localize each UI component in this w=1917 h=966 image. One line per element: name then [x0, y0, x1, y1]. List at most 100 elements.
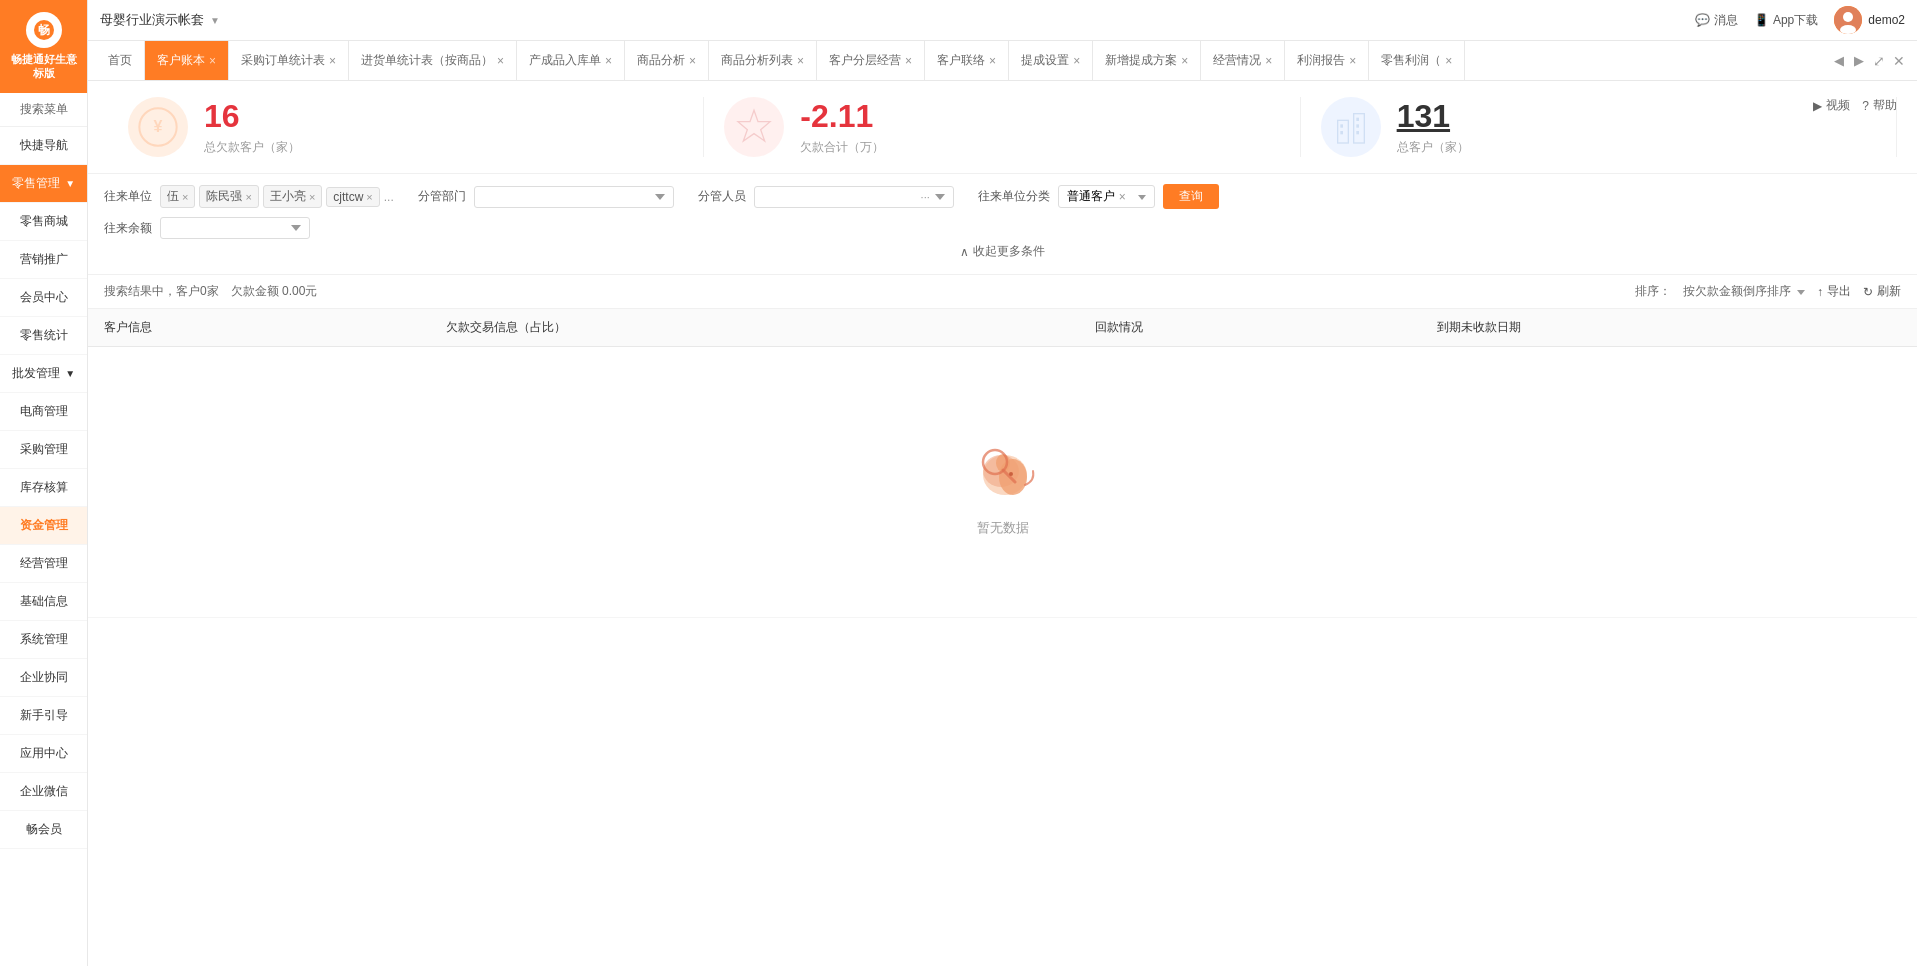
tab-profit-report[interactable]: 利润报告 ×: [1285, 41, 1369, 80]
tag-close-icon[interactable]: ×: [182, 191, 188, 203]
chevron-up-icon: ∧: [960, 245, 969, 259]
tab-close-icon[interactable]: ×: [797, 54, 804, 68]
svg-rect-14: [1356, 131, 1359, 134]
tab-scroll-right[interactable]: ▶: [1849, 51, 1869, 71]
person-clear-icon[interactable]: ···: [921, 191, 930, 203]
tab-customers[interactable]: 客户账本 ×: [145, 41, 229, 80]
tag-close-icon[interactable]: ×: [1119, 190, 1126, 204]
tab-goods-analysis[interactable]: 商品分析 ×: [625, 41, 709, 80]
sidebar-item-cooperation[interactable]: 企业协同: [0, 659, 87, 697]
sidebar-item-retailmall[interactable]: 零售商城: [0, 203, 87, 241]
search-result-text: 搜索结果中，客户0家: [104, 283, 219, 300]
account-header: 母婴行业演示帐套 ▼ 💬 消息 📱 App下载 demo2: [88, 0, 1917, 41]
help-btn[interactable]: ? 帮助: [1862, 97, 1897, 114]
account-selector[interactable]: 母婴行业演示帐套 ▼: [100, 11, 220, 29]
tab-product-in[interactable]: 产成品入库单 ×: [517, 41, 625, 80]
sidebar-item-wholesale[interactable]: 批发管理 ▼: [0, 355, 87, 393]
person-select-wrapper: ···: [754, 186, 954, 208]
tab-home[interactable]: 首页: [96, 41, 145, 80]
tab-raise-settings[interactable]: 提成设置 ×: [1009, 41, 1093, 80]
tab-close-icon[interactable]: ×: [1181, 54, 1188, 68]
sidebar-item-purchase[interactable]: 采购管理: [0, 431, 87, 469]
sidebar-item-finance[interactable]: 资金管理: [0, 507, 87, 545]
yuan-icon: ¥: [128, 97, 188, 157]
sidebar-item-weixin[interactable]: 企业微信: [0, 773, 87, 811]
user-account[interactable]: demo2: [1834, 6, 1905, 34]
balance-select[interactable]: [160, 217, 310, 239]
svg-text:畅: 畅: [38, 23, 50, 37]
tab-purchase-order[interactable]: 采购订单统计表 ×: [229, 41, 349, 80]
sidebar-search[interactable]: 搜索菜单: [0, 93, 87, 127]
sidebar-item-marketing[interactable]: 营销推广: [0, 241, 87, 279]
sidebar-item-retailstat[interactable]: 零售统计: [0, 317, 87, 355]
tab-new-raise[interactable]: 新增提成方案 ×: [1093, 41, 1201, 80]
stat-debit-amount: -2.11 欠款合计（万）: [704, 97, 1300, 157]
tab-close-icon[interactable]: ×: [905, 54, 912, 68]
message-btn[interactable]: 💬 消息: [1695, 12, 1738, 29]
export-btn[interactable]: ↑ 导出: [1817, 283, 1851, 300]
chevron-down-icon: [1134, 190, 1146, 204]
tab-close-icon[interactable]: ×: [329, 54, 336, 68]
sidebar-item-basic[interactable]: 基础信息: [0, 583, 87, 621]
video-btn[interactable]: ▶ 视频: [1813, 97, 1850, 114]
tab-close-icon[interactable]: ×: [1073, 54, 1080, 68]
tab-close-icon[interactable]: ×: [605, 54, 612, 68]
tab-operation-status[interactable]: 经营情况 ×: [1201, 41, 1285, 80]
app-download-btn[interactable]: 📱 App下载: [1754, 12, 1818, 29]
sidebar-item-vip[interactable]: 畅会员: [0, 811, 87, 849]
tab-close-all-icon[interactable]: ✕: [1889, 51, 1909, 71]
tab-close-icon[interactable]: ×: [1349, 54, 1356, 68]
tag-close-icon[interactable]: ×: [309, 191, 315, 203]
content-area: ¥ 16 总欠款客户（家） -2.11 欠款合计（万）: [88, 81, 1917, 966]
tab-retail-profit[interactable]: 零售利润（ ×: [1369, 41, 1465, 80]
collapse-btn[interactable]: ∧ 收起更多条件: [960, 243, 1045, 260]
unit-type-select[interactable]: 普通客户 ×: [1058, 185, 1155, 208]
sidebar: 畅 畅捷通好生意 标版 搜索菜单 快捷导航 零售管理 ▼ 零售商城 营销推广 会…: [0, 0, 88, 966]
col-due-date: 到期未收款日期: [1421, 309, 1917, 347]
tab-close-icon[interactable]: ×: [1265, 54, 1272, 68]
tab-close-icon[interactable]: ×: [1445, 54, 1452, 68]
table-header-row: 客户信息 欠款交易信息（占比） 回款情况 到期未收款日期: [88, 309, 1917, 347]
search-button[interactable]: 查询: [1163, 184, 1219, 209]
tab-customer-tier[interactable]: 客户分层经营 ×: [817, 41, 925, 80]
sidebar-item-quicknav[interactable]: 快捷导航: [0, 127, 87, 165]
sidebar-item-ecommerce[interactable]: 电商管理: [0, 393, 87, 431]
tab-close-icon[interactable]: ×: [209, 54, 216, 68]
sidebar-item-appcenter[interactable]: 应用中心: [0, 735, 87, 773]
empty-state: 暂无数据: [88, 347, 1917, 617]
tab-close-icon[interactable]: ×: [689, 54, 696, 68]
tab-customer-link[interactable]: 客户联络 ×: [925, 41, 1009, 80]
tab-close-icon[interactable]: ×: [497, 54, 504, 68]
sidebar-item-member[interactable]: 会员中心: [0, 279, 87, 317]
sidebar-item-system[interactable]: 系统管理: [0, 621, 87, 659]
sidebar-item-newguide[interactable]: 新手引导: [0, 697, 87, 735]
svg-rect-10: [1340, 124, 1343, 127]
sort-select-wrapper[interactable]: 按欠款金额倒序排序: [1683, 283, 1805, 300]
dept-select[interactable]: [474, 186, 674, 208]
star-icon: [724, 97, 784, 157]
tag-close-icon[interactable]: ×: [245, 191, 251, 203]
sidebar-item-retail[interactable]: 零售管理 ▼: [0, 165, 87, 203]
tab-close-icon[interactable]: ×: [989, 54, 996, 68]
chevron-down-icon: ▼: [210, 15, 220, 26]
toolbar-right: 排序： 按欠款金额倒序排序 ↑ 导出 ↻ 刷新: [1635, 283, 1901, 300]
refresh-icon: ↻: [1863, 285, 1873, 299]
topbar-actions: 💬 消息 📱 App下载 demo2: [1695, 6, 1905, 34]
stat-total-customers: 131 总客户（家）: [1301, 97, 1897, 157]
tab-scroll-left[interactable]: ◀: [1829, 51, 1849, 71]
tab-expand-icon[interactable]: ⤢: [1869, 51, 1889, 71]
tab-stock-in[interactable]: 进货单统计表（按商品） ×: [349, 41, 517, 80]
sidebar-item-operation[interactable]: 经营管理: [0, 545, 87, 583]
stat-debit-customers-content: 16 总欠款客户（家）: [204, 98, 300, 156]
filter-row-1: 往来单位 伍 × 陈民强 × 王小亮 × cjttcw: [104, 184, 1901, 209]
refresh-btn[interactable]: ↻ 刷新: [1863, 283, 1901, 300]
sidebar-item-inventory[interactable]: 库存核算: [0, 469, 87, 507]
tag-close-icon[interactable]: ×: [366, 191, 372, 203]
filter-more-tags-btn[interactable]: ...: [384, 190, 394, 204]
svg-point-3: [1843, 12, 1853, 22]
filter-tag-3: 王小亮 ×: [263, 185, 322, 208]
tab-goods-list[interactable]: 商品分析列表 ×: [709, 41, 817, 80]
table-toolbar: 搜索结果中，客户0家 欠款金额 0.00元 排序： 按欠款金额倒序排序 ↑ 导出…: [88, 275, 1917, 309]
unit-label: 往来单位: [104, 188, 152, 205]
balance-select-wrapper: [160, 217, 310, 239]
